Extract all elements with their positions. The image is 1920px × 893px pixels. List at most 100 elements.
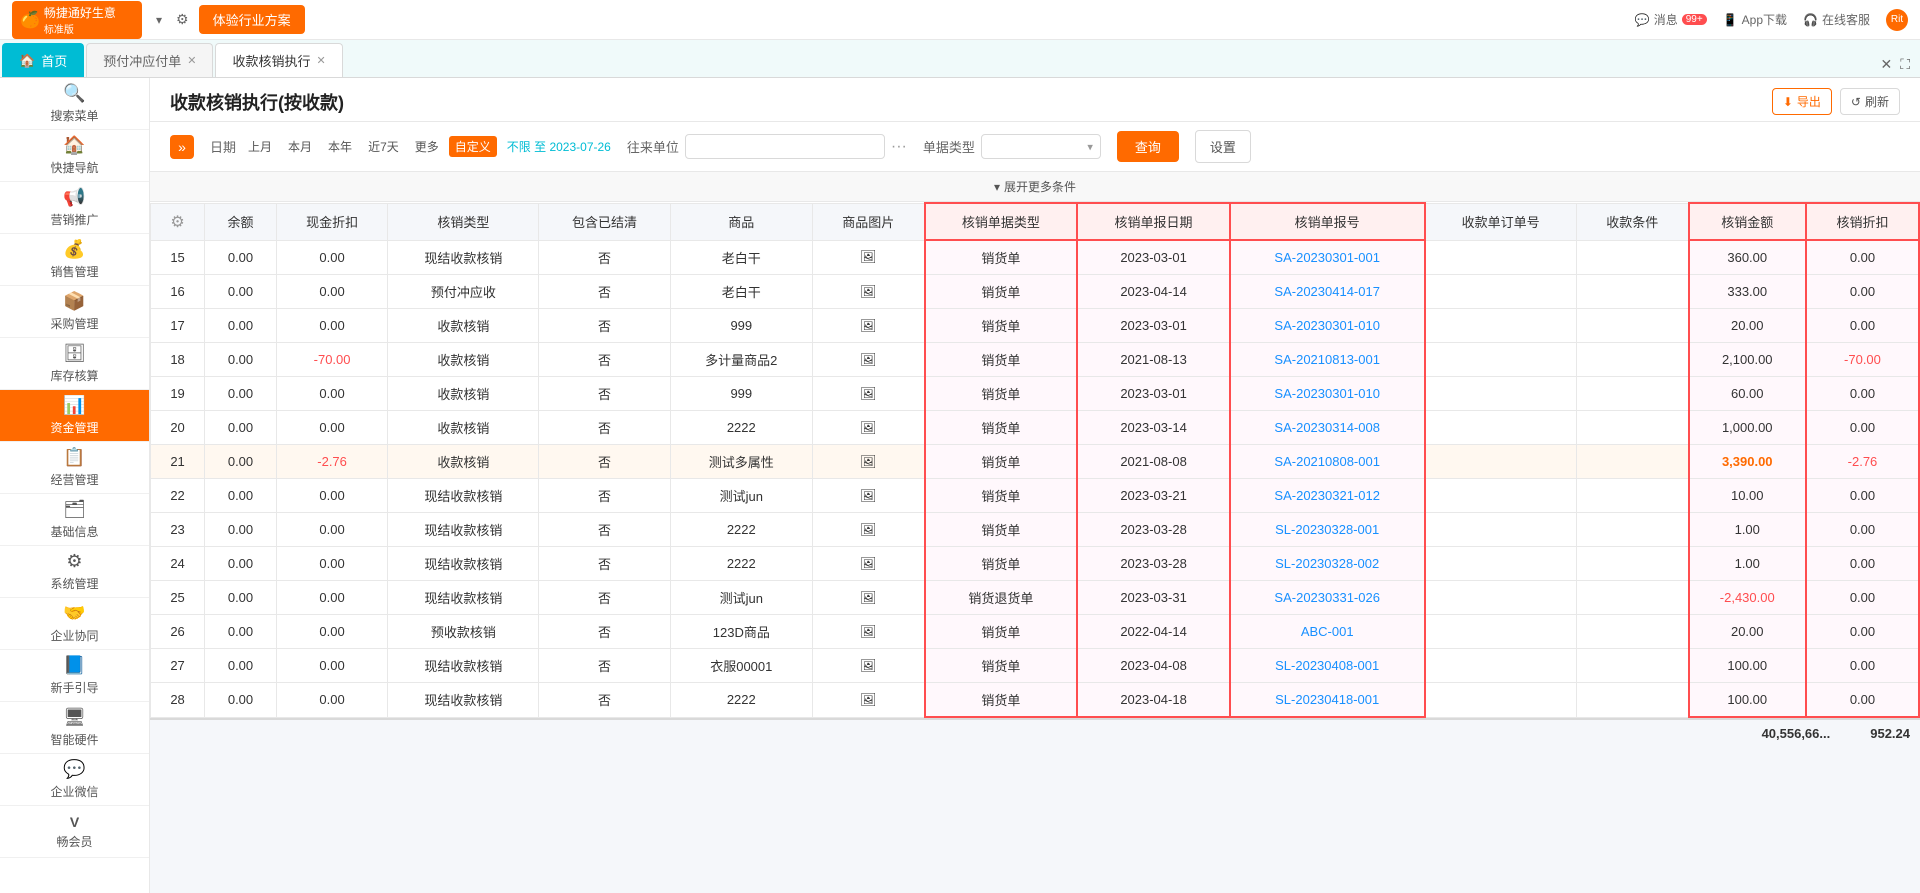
table-cell: -2.76 [1806, 445, 1919, 479]
table-cell[interactable]: SA-20210813-001 [1230, 343, 1425, 377]
footer-verify-amount: 40,556,66... [1762, 726, 1831, 741]
hardware-icon: 🖥 [63, 707, 86, 728]
logo-dropdown[interactable]: ▾ [156, 13, 162, 27]
date-option-more[interactable]: 更多 [409, 136, 445, 157]
maximize-icon[interactable]: ⛶ [1900, 56, 1910, 73]
table-cell[interactable]: SA-20230301-010 [1230, 309, 1425, 343]
expand-more-bar[interactable]: ▾ 展开更多条件 [150, 172, 1920, 202]
table-cell [1425, 343, 1577, 377]
table-cell: 否 [539, 581, 670, 615]
table-cell: 2023-03-01 [1077, 309, 1230, 343]
col-verify-date-header: 核销单报日期 [1077, 203, 1230, 240]
date-option-last-month[interactable]: 上月 [242, 136, 278, 157]
table-cell [1576, 479, 1688, 513]
table-cell[interactable]: ABC-001 [1230, 615, 1425, 649]
trial-button[interactable]: 体验行业方案 [199, 5, 305, 34]
table-cell[interactable]: SA-20210808-001 [1230, 445, 1425, 479]
table-cell[interactable]: SA-20230301-010 [1230, 377, 1425, 411]
logo-name: 畅捷通好生意 [44, 4, 116, 21]
col-settings-header[interactable]: ⚙ [151, 203, 205, 240]
sidebar-item-enterprise[interactable]: 🤝 企业协同 [0, 598, 149, 650]
table-cell: 否 [539, 649, 670, 683]
service-item[interactable]: 🎧 在线客服 [1803, 11, 1870, 28]
export-button[interactable]: ⬇ 导出 [1772, 88, 1832, 115]
query-button[interactable]: 查询 [1117, 131, 1179, 162]
app-download-item[interactable]: 📱 App下载 [1723, 11, 1787, 28]
sidebar-item-stock[interactable]: 🗄 库存核算 [0, 338, 149, 390]
table-cell[interactable]: SA-20230321-012 [1230, 479, 1425, 513]
finance-icon: 📊 [63, 395, 85, 416]
sidebar-item-member[interactable]: V 畅会员 [0, 806, 149, 858]
date-option-this-month[interactable]: 本月 [282, 136, 318, 157]
close-window-icon[interactable]: ✕ [1880, 56, 1892, 73]
counterpart-dots[interactable]: ··· [891, 138, 907, 156]
expand-arrow[interactable]: » [170, 135, 194, 159]
sidebar-item-sales[interactable]: 💰 销售管理 [0, 234, 149, 286]
sidebar-item-enterprise-label: 企业协同 [50, 627, 98, 644]
sidebar-item-operations[interactable]: 📋 经营管理 [0, 442, 149, 494]
table-cell: 现结收款核销 [388, 240, 539, 275]
table-cell [1425, 513, 1577, 547]
tab-home[interactable]: 🏠 首页 [2, 43, 84, 77]
sidebar-item-stock-label: 库存核算 [50, 367, 98, 384]
message-label: 消息 [1654, 11, 1678, 28]
table-cell[interactable]: SA-20230414-017 [1230, 275, 1425, 309]
filter-counterpart-group: 往来单位 ··· [627, 134, 907, 159]
tab-collect-label: 收款核销执行 [232, 51, 310, 70]
counterpart-input[interactable] [685, 134, 885, 159]
table-cell: 1.00 [1689, 547, 1806, 581]
gear-icon[interactable]: ⚙ [176, 11, 189, 28]
table-cell[interactable]: SA-20230331-026 [1230, 581, 1425, 615]
sidebar-item-search[interactable]: 🔍 搜索菜单 [0, 78, 149, 130]
operations-icon: 📋 [63, 447, 85, 468]
table-row: 280.000.00现结收款核销否2222🖼销货单2023-04-18SL-20… [151, 683, 1920, 718]
setting-button[interactable]: 设置 [1195, 130, 1251, 163]
sidebar-item-wechat[interactable]: 💬 企业微信 [0, 754, 149, 806]
tab-collect-close[interactable]: ✕ [316, 54, 325, 67]
table-cell [1425, 581, 1577, 615]
user-avatar[interactable]: Rit [1886, 9, 1908, 31]
message-badge: 99+ [1682, 14, 1707, 25]
table-cell: 2,100.00 [1689, 343, 1806, 377]
voucher-type-select[interactable] [981, 134, 1101, 159]
tab-prepay-close[interactable]: ✕ [187, 54, 196, 67]
table-cell[interactable]: SA-20230301-001 [1230, 240, 1425, 275]
table-cell: 0.00 [205, 615, 277, 649]
home-nav-icon: 🏠 [63, 135, 85, 156]
table-cell[interactable]: SL-20230418-001 [1230, 683, 1425, 718]
row-no: 25 [151, 581, 205, 615]
date-option-custom[interactable]: 自定义 [449, 136, 497, 157]
sidebar-item-quicknav[interactable]: 🏠 快捷导航 [0, 130, 149, 182]
table-cell: 多计量商品2 [670, 343, 812, 377]
sidebar-item-guide[interactable]: 📘 新手引导 [0, 650, 149, 702]
top-bar: 🍊 畅捷通好生意 标准版 ▾ ⚙ 体验行业方案 💬 消息 99+ 📱 App下载… [0, 0, 1920, 40]
table-cell: 🖼 [812, 513, 924, 547]
sidebar-item-hardware[interactable]: 🖥 智能硬件 [0, 702, 149, 754]
table-cell[interactable]: SL-20230328-002 [1230, 547, 1425, 581]
tab-collect[interactable]: 收款核销执行 ✕ [215, 43, 342, 77]
table-cell[interactable]: SL-20230328-001 [1230, 513, 1425, 547]
refresh-button[interactable]: ↺ 刷新 [1840, 88, 1900, 115]
table-cell [1576, 649, 1688, 683]
col-verify-type-header: 核销类型 [388, 203, 539, 240]
table-cell[interactable]: SA-20230314-008 [1230, 411, 1425, 445]
col-cash-discount-header: 现金折扣 [276, 203, 387, 240]
table-cell: 333.00 [1689, 275, 1806, 309]
message-item[interactable]: 💬 消息 99+ [1635, 11, 1707, 28]
table-cell: 2023-03-28 [1077, 547, 1230, 581]
sidebar-item-base[interactable]: 🗂 基础信息 [0, 494, 149, 546]
date-option-this-year[interactable]: 本年 [322, 136, 358, 157]
col-goods-header: 商品 [670, 203, 812, 240]
table-cell: 1,000.00 [1689, 411, 1806, 445]
date-options: 上月 本月 本年 近7天 更多 自定义 [242, 136, 497, 157]
sidebar-item-system[interactable]: ⚙ 系统管理 [0, 546, 149, 598]
sidebar-item-finance[interactable]: 📊 资金管理 [0, 390, 149, 442]
col-verify-no-header: 核销单报号 [1230, 203, 1425, 240]
date-option-7days[interactable]: 近7天 [362, 136, 405, 157]
sidebar-item-purchase[interactable]: 📦 采购管理 [0, 286, 149, 338]
sidebar-item-marketing[interactable]: 📢 营销推广 [0, 182, 149, 234]
tab-prepay[interactable]: 预付冲应付单 ✕ [86, 43, 213, 77]
table-cell[interactable]: SL-20230408-001 [1230, 649, 1425, 683]
table-cell: 2023-03-14 [1077, 411, 1230, 445]
table-cell: 现结收款核销 [388, 547, 539, 581]
